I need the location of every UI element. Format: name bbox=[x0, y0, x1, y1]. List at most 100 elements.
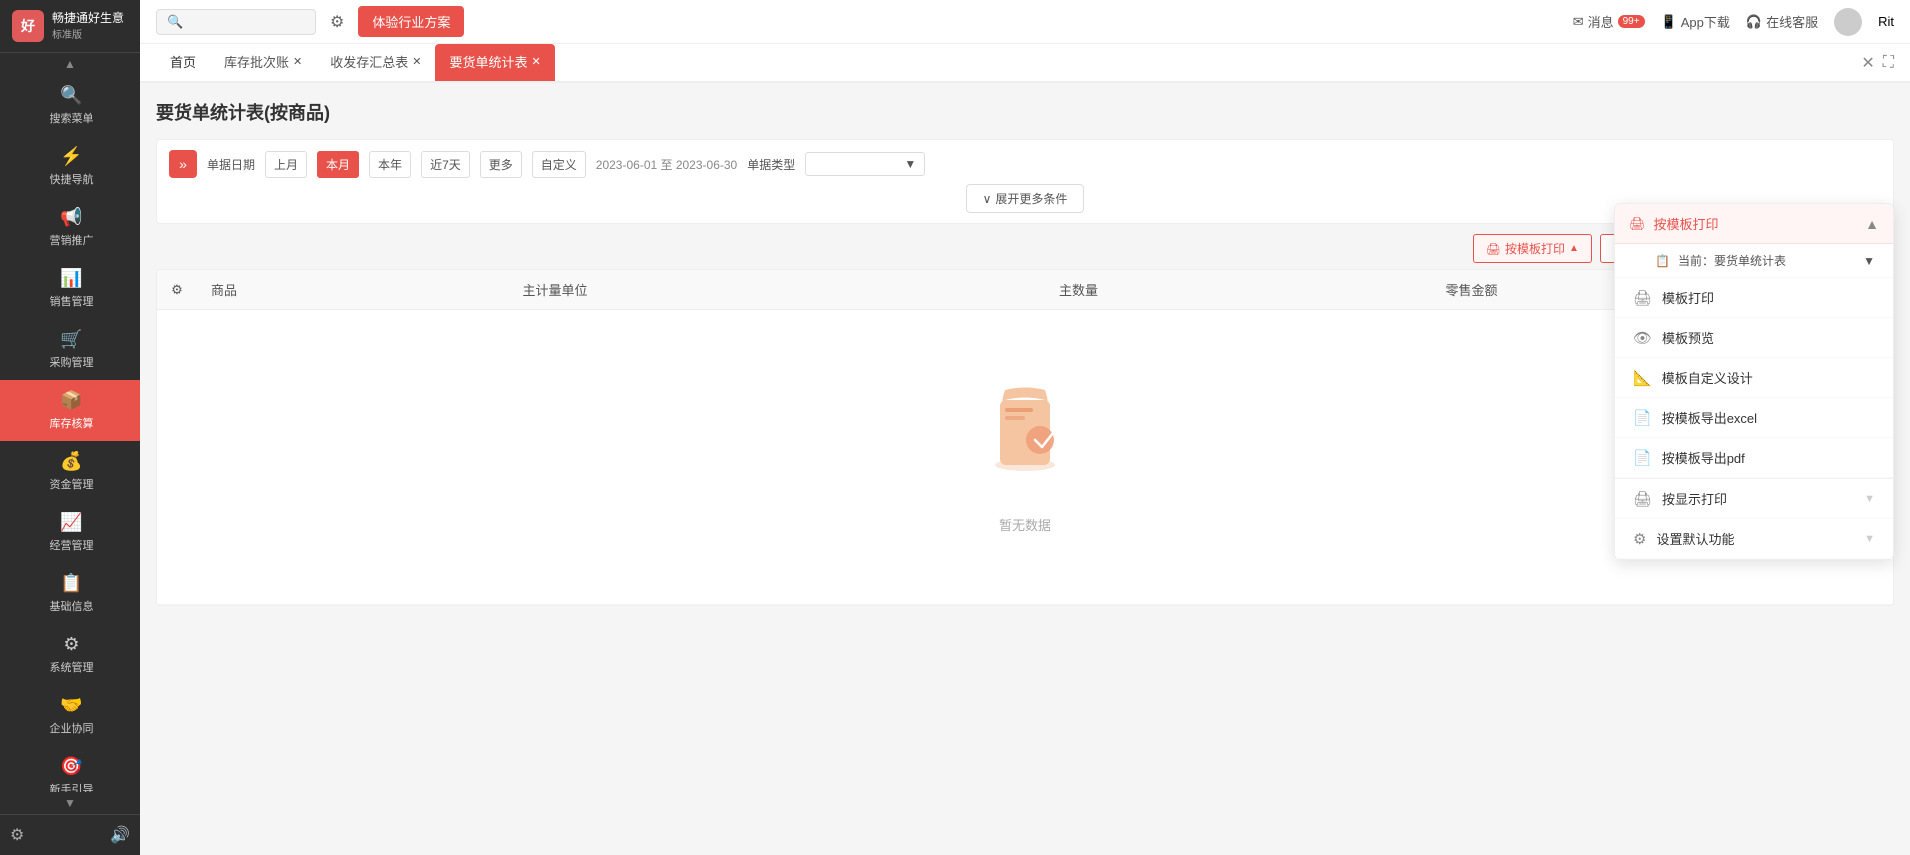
sidebar-item-finance[interactable]: 💰 资金管理 bbox=[0, 441, 140, 502]
tab-collection-summary[interactable]: 收发存汇总表 ✕ bbox=[316, 44, 435, 81]
template-export-excel-item[interactable]: 📄 按模板导出excel bbox=[1615, 398, 1893, 438]
online-service-label: 在线客服 bbox=[1766, 12, 1818, 31]
online-service-button[interactable]: 🎧 在线客服 bbox=[1746, 12, 1818, 31]
avatar[interactable] bbox=[1834, 8, 1862, 36]
sidebar-item-basic[interactable]: 📋 基础信息 bbox=[0, 563, 140, 624]
topbar-search-box[interactable]: 🔍 bbox=[156, 9, 316, 35]
col-product: 商品 bbox=[197, 270, 509, 310]
sidebar-item-collab[interactable]: 🤝 企业协同 bbox=[0, 685, 140, 746]
page-title: 要货单统计表(按商品) bbox=[156, 99, 1894, 125]
scroll-up-indicator[interactable]: ▲ bbox=[0, 53, 140, 75]
bill-type-select[interactable]: ▼ bbox=[805, 152, 925, 176]
item-label: 按模板导出excel bbox=[1662, 408, 1875, 427]
dropdown-collapse-icon[interactable]: ▲ bbox=[1865, 216, 1879, 232]
tab-close-icon[interactable]: ✕ bbox=[293, 55, 302, 68]
date-btn-custom[interactable]: 自定义 bbox=[532, 151, 586, 178]
dropdown-title-label: 按模板打印 bbox=[1654, 214, 1719, 233]
date-range-display: 2023-06-01 至 2023-06-30 bbox=[596, 156, 737, 173]
search-input[interactable] bbox=[183, 15, 283, 29]
sidebar-item-marketing[interactable]: 📢 营销推广 bbox=[0, 197, 140, 258]
topbar-left: 🔍 ⚙ 体验行业方案 bbox=[156, 6, 464, 37]
tab-inventory-batch[interactable]: 库存批次账 ✕ bbox=[210, 44, 316, 81]
sidebar-item-label: 经营管理 bbox=[50, 537, 94, 553]
sales-icon: 📊 bbox=[60, 268, 82, 289]
template-icon: 📋 bbox=[1655, 254, 1670, 268]
date-btn-this-month[interactable]: 本月 bbox=[317, 151, 359, 178]
close-all-icon[interactable]: ✕ bbox=[1861, 53, 1874, 73]
sidebar-item-label: 采购管理 bbox=[50, 354, 94, 370]
audio-icon[interactable]: 🔊 bbox=[110, 825, 130, 845]
scroll-down-indicator[interactable]: ▼ bbox=[0, 792, 140, 814]
sidebar-item-system[interactable]: ⚙ 系统管理 bbox=[0, 624, 140, 685]
current-template-item[interactable]: 📋 当前：要货单统计表 ▼ bbox=[1615, 244, 1893, 278]
gear-icon: ⚙ bbox=[1633, 530, 1646, 548]
sidebar-item-guide[interactable]: 🎯 新手引导 bbox=[0, 746, 140, 792]
sidebar-item-operation[interactable]: 📈 经营管理 bbox=[0, 502, 140, 563]
tab-home[interactable]: 首页 bbox=[156, 44, 210, 81]
sidebar-item-label: 基础信息 bbox=[50, 598, 94, 614]
sidebar-item-purchase[interactable]: 🛒 采购管理 bbox=[0, 319, 140, 380]
sidebar-item-label: 搜索菜单 bbox=[50, 110, 94, 126]
print-label: 按模板打印 bbox=[1505, 240, 1565, 257]
marketing-icon: 📢 bbox=[60, 207, 82, 228]
experience-button[interactable]: 体验行业方案 bbox=[358, 6, 464, 37]
print-icon: 🖨 bbox=[1629, 216, 1646, 232]
print-icon: 🖨 bbox=[1486, 242, 1501, 256]
app-download-button[interactable]: 📱 App下载 bbox=[1661, 12, 1730, 31]
operation-icon: 📈 bbox=[60, 512, 82, 533]
quick-nav-icon: ⚡ bbox=[60, 146, 82, 167]
filter-expand-button[interactable]: » bbox=[169, 150, 197, 178]
date-btn-last-7-days[interactable]: 近7天 bbox=[421, 151, 470, 178]
tab-close-icon[interactable]: ✕ bbox=[412, 55, 421, 68]
system-icon: ⚙ bbox=[63, 634, 79, 655]
sidebar-item-search[interactable]: 🔍 搜索菜单 bbox=[0, 75, 140, 136]
item-label: 设置默认功能 bbox=[1656, 529, 1854, 548]
tab-label: 库存批次账 bbox=[224, 52, 289, 71]
sidebar-item-quick-nav[interactable]: ⚡ 快捷导航 bbox=[0, 136, 140, 197]
template-custom-item[interactable]: 📐 模板自定义设计 bbox=[1615, 358, 1893, 398]
basic-icon: 📋 bbox=[60, 573, 82, 594]
date-filter-label: 单据日期 bbox=[207, 156, 255, 173]
sidebar-item-label: 快捷导航 bbox=[50, 171, 94, 187]
expand-tabs-icon[interactable]: ⛶ bbox=[1883, 54, 1894, 72]
template-preview-item[interactable]: 👁 模板预览 bbox=[1615, 318, 1893, 358]
item-label: 模板自定义设计 bbox=[1662, 368, 1875, 387]
default-func-item[interactable]: ⚙ 设置默认功能 ▼ bbox=[1615, 519, 1893, 559]
expand-more-label: 展开更多条件 bbox=[995, 190, 1067, 207]
sidebar-item-label: 资金管理 bbox=[50, 476, 94, 492]
template-export-pdf-item[interactable]: 📄 按模板导出pdf bbox=[1615, 438, 1893, 478]
design-icon: 📐 bbox=[1633, 369, 1652, 387]
topbar: 🔍 ⚙ 体验行业方案 ✉ 消息 99+ 📱 App下载 🎧 在线客服 Rit bbox=[140, 0, 1910, 44]
display-print-icon: 🖨 bbox=[1633, 490, 1652, 508]
display-print-item[interactable]: 🖨 按显示打印 ▼ bbox=[1615, 479, 1893, 519]
tab-close-icon[interactable]: ✕ bbox=[532, 55, 541, 68]
message-badge: 99+ bbox=[1618, 15, 1645, 28]
sidebar-item-inventory[interactable]: 📦 库存核算 bbox=[0, 380, 140, 441]
print-template-button[interactable]: 🖨 按模板打印 ▲ bbox=[1473, 234, 1592, 263]
template-print-item[interactable]: 🖨 模板打印 bbox=[1615, 278, 1893, 318]
sidebar: 好 畅捷通好生意 标准版 ▲ 🔍 搜索菜单 ⚡ 快捷导航 📢 营销推广 📊 销售… bbox=[0, 0, 140, 855]
print-dropdown-popup: 🖨 按模板打印 ▲ 📋 当前：要货单统计表 ▼ 🖨 模板打印 👁 模板预览 bbox=[1614, 203, 1894, 560]
current-template-label: 当前：要货单统计表 bbox=[1678, 252, 1786, 269]
tab-home-label: 首页 bbox=[170, 52, 196, 71]
expand-more-button[interactable]: ∨ 展开更多条件 bbox=[966, 184, 1085, 213]
settings-icon[interactable]: ⚙ bbox=[10, 825, 24, 845]
chevron-down-icon: ▼ bbox=[1863, 254, 1875, 268]
message-button[interactable]: ✉ 消息 99+ bbox=[1573, 12, 1645, 31]
col-unit: 主计量单位 bbox=[509, 270, 1045, 310]
expand-icon: » bbox=[179, 156, 187, 172]
tabbar: 首页 库存批次账 ✕ 收发存汇总表 ✕ 要货单统计表 ✕ ✕ ⛶ bbox=[140, 44, 1910, 83]
sidebar-item-label: 企业协同 bbox=[50, 720, 94, 736]
gear-button[interactable]: ⚙ bbox=[326, 8, 348, 36]
tab-order-stats[interactable]: 要货单统计表 ✕ bbox=[435, 44, 554, 81]
message-label: 消息 bbox=[1588, 12, 1614, 31]
date-btn-more[interactable]: 更多 bbox=[480, 151, 522, 178]
date-btn-last-month[interactable]: 上月 bbox=[265, 151, 307, 178]
col-settings[interactable]: ⚙ bbox=[157, 270, 197, 310]
purchase-icon: 🛒 bbox=[60, 329, 82, 350]
pdf-icon: 📄 bbox=[1633, 449, 1652, 467]
sidebar-item-sales[interactable]: 📊 销售管理 bbox=[0, 258, 140, 319]
date-btn-this-year[interactable]: 本年 bbox=[369, 151, 411, 178]
item-label: 按模板导出pdf bbox=[1662, 448, 1875, 467]
dropdown-header: 🖨 按模板打印 ▲ bbox=[1615, 204, 1893, 244]
